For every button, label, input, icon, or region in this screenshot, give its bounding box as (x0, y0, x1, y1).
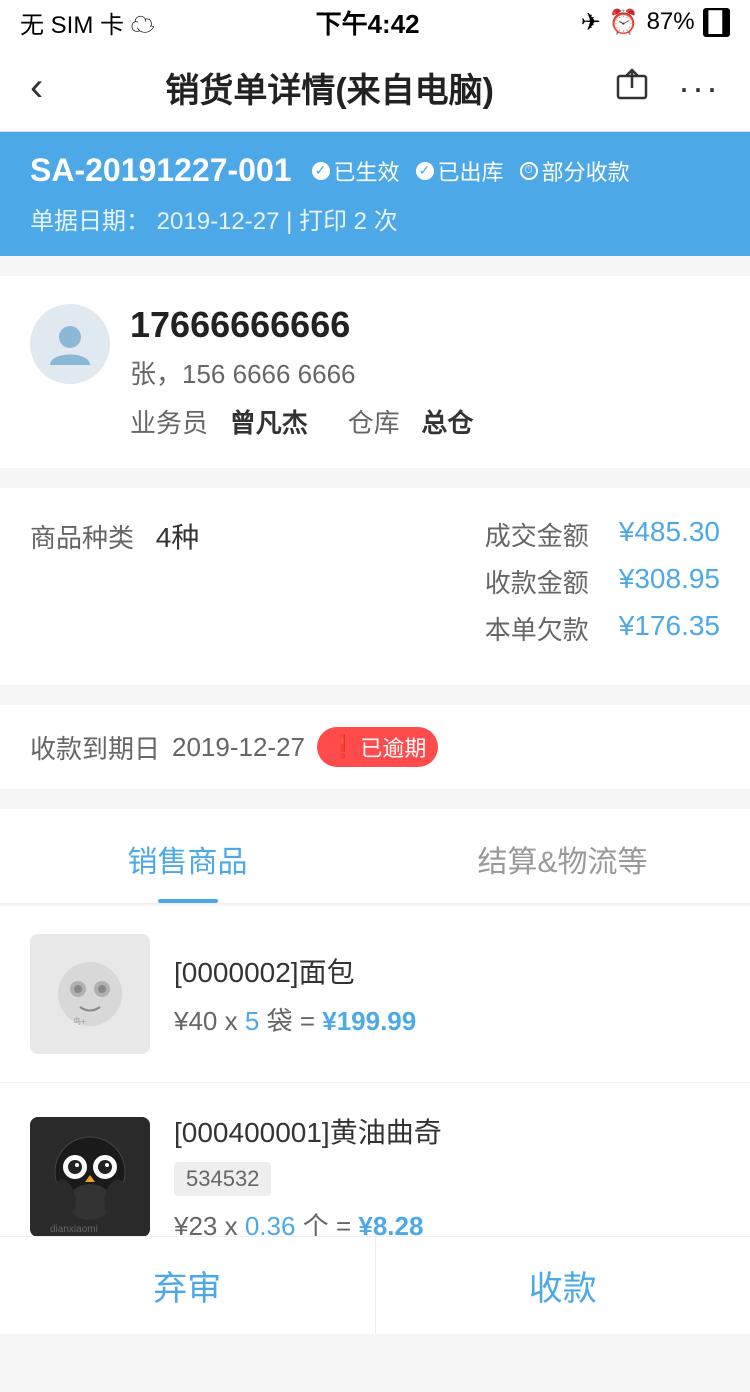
location-icon: ✈ (581, 8, 601, 37)
product-types: 商品种类 4种 (30, 516, 199, 556)
check-icon-1: ✓ (312, 162, 330, 180)
product-thumbnail-1: 鸟+ (30, 934, 150, 1054)
status-badges: ✓ 已生效 ✓ 已出库 ⏱ 部分收款 (312, 155, 630, 187)
product-price-1: ¥40 x 5 袋 = ¥199.99 (174, 1001, 720, 1038)
svg-text:鸟+: 鸟+ (73, 1016, 86, 1026)
nav-actions: ··· (616, 67, 720, 109)
order-header: SA-20191227-001 ✓ 已生效 ✓ 已出库 ⏱ 部分收款 单据日期：… (0, 132, 750, 256)
warehouse-label: 仓库 总仓 (348, 403, 474, 440)
overdue-badge: ❗ 已逾期 (317, 727, 438, 767)
order-id: SA-20191227-001 (30, 152, 292, 189)
due-date-label: 收款到期日 (30, 729, 160, 766)
status-time: 下午4:42 (316, 4, 420, 41)
products-section: 鸟+ [0000002]面包 ¥40 x 5 袋 = ¥199.99 (0, 906, 750, 1272)
tab-settlement-logistics[interactable]: 结算&物流等 (375, 809, 750, 903)
customer-meta: 业务员 曾凡杰 仓库 总仓 (130, 403, 720, 440)
bottom-bar: 弃审 收款 (0, 1236, 750, 1334)
battery-icon: ▉ (703, 8, 730, 37)
badge-activated: ✓ 已生效 (312, 155, 400, 187)
product-thumbnail-2: dianxiaomi (30, 1117, 150, 1237)
customer-account-id: 17666666666 (130, 304, 720, 346)
salesperson-label: 业务员 曾凡杰 (130, 403, 308, 440)
status-right: ✈ ⏰ 87% ▉ (581, 8, 730, 37)
nav-bar: ‹ 销货单详情(来自电脑) ··· (0, 44, 750, 132)
customer-avatar (30, 304, 110, 384)
tab-sales-products[interactable]: 销售商品 (0, 809, 375, 903)
confirm-button[interactable]: 收款 (376, 1237, 750, 1334)
tabs-container: 销售商品 结算&物流等 (0, 809, 750, 904)
badge-shipped: ✓ 已出库 (416, 155, 504, 187)
product-info-1: [0000002]面包 ¥40 x 5 袋 = ¥199.99 (174, 951, 720, 1038)
product-name-1: [0000002]面包 (174, 951, 720, 991)
check-icon-2: ✓ (416, 162, 434, 180)
customer-info: 17666666666 张，156 6666 6666 业务员 曾凡杰 仓库 总… (130, 304, 720, 440)
summary-row-received: 收款金额 ¥308.95 (485, 563, 720, 600)
product-info-2: [000400001]黄油曲奇 534532 ¥23 x 0.36 个 = ¥8… (174, 1111, 720, 1243)
overdue-icon: ❗ (329, 734, 356, 760)
summary-row-debt: 本单欠款 ¥176.35 (485, 610, 720, 647)
product-item: 鸟+ [0000002]面包 ¥40 x 5 袋 = ¥199.99 (0, 906, 750, 1083)
more-icon[interactable]: ··· (678, 67, 720, 109)
battery-label: 87% (647, 8, 695, 36)
summary-section: 商品种类 4种 成交金额 ¥485.30 收款金额 ¥308.95 本单欠款 ¥… (0, 488, 750, 685)
badge-partial-payment: ⏱ 部分收款 (520, 155, 630, 187)
clock-icon: ⏱ (520, 162, 538, 180)
share-icon[interactable] (616, 68, 648, 108)
product-name-2: [000400001]黄油曲奇 (174, 1111, 720, 1151)
cancel-button[interactable]: 弃审 (0, 1237, 376, 1334)
back-button[interactable]: ‹ (30, 65, 43, 110)
summary-row-deal: 成交金额 ¥485.30 (485, 516, 720, 553)
due-date-section: 收款到期日 2019-12-27 ❗ 已逾期 (0, 705, 750, 789)
status-bar: 无 SIM 卡 ☁ 下午4:42 ✈ ⏰ 87% ▉ (0, 0, 750, 44)
due-date-value: 2019-12-27 (172, 732, 305, 763)
summary-amounts: 成交金额 ¥485.30 收款金额 ¥308.95 本单欠款 ¥176.35 (485, 516, 720, 657)
customer-name-phone: 张，156 6666 6666 (130, 354, 720, 391)
status-left: 无 SIM 卡 ☁ (20, 5, 155, 40)
sim-label: 无 SIM 卡 ☁ (20, 5, 155, 40)
order-meta: 单据日期： 2019-12-27 | 打印 2 次 (30, 201, 720, 236)
svg-text:dianxiaomi: dianxiaomi (50, 1224, 98, 1235)
alarm-icon: ⏰ (609, 8, 639, 37)
product-tag-2: 534532 (174, 1162, 271, 1196)
customer-section: 17666666666 张，156 6666 6666 业务员 曾凡杰 仓库 总… (0, 276, 750, 468)
page-title: 销货单详情(来自电脑) (165, 63, 494, 112)
